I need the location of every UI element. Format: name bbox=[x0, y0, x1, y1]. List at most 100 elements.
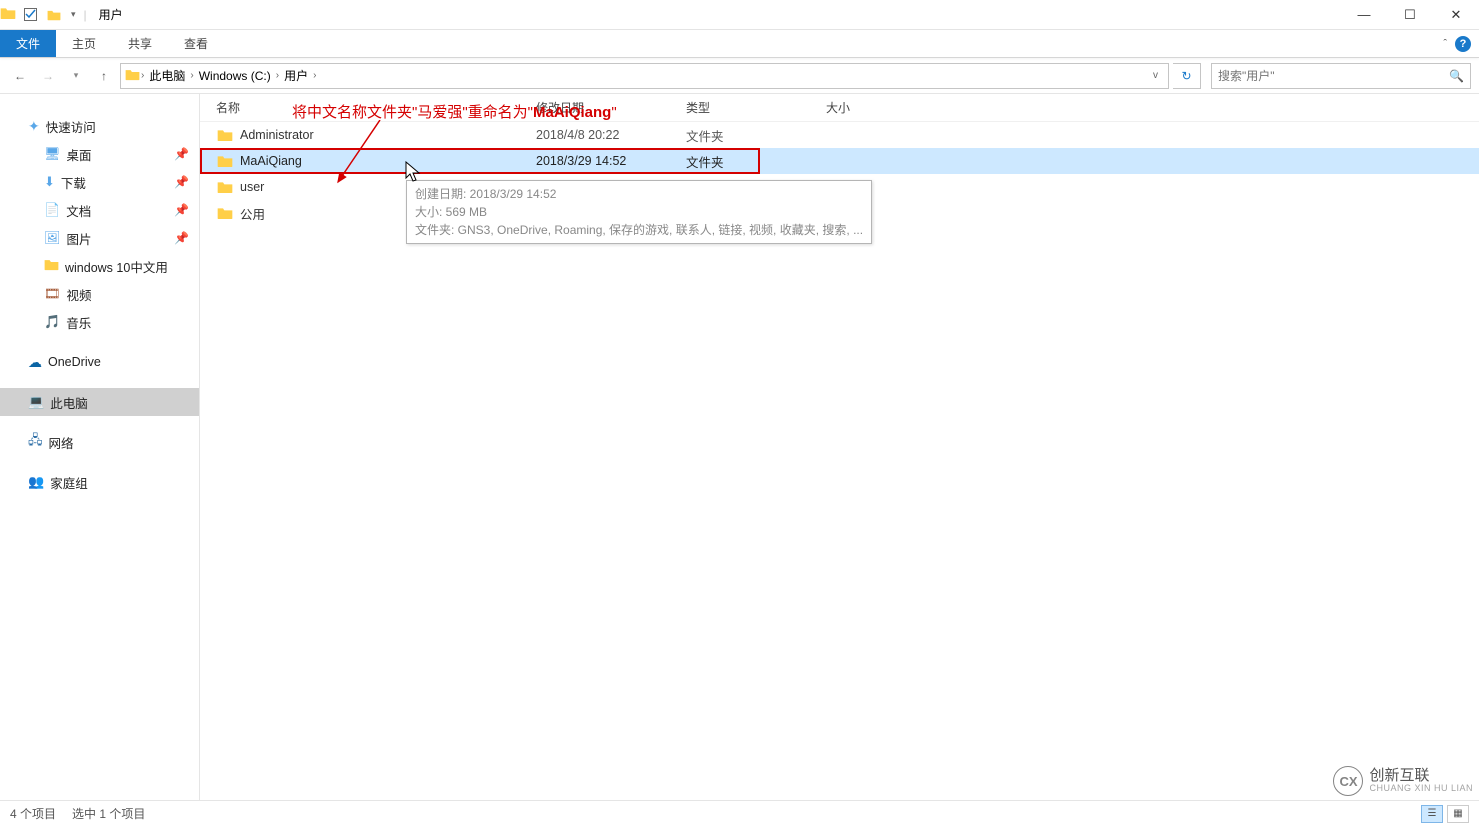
sidebar-item-label: 下载 bbox=[61, 173, 86, 192]
pictures-icon: 🖼 bbox=[44, 230, 61, 246]
sidebar-item-label: 快速访问 bbox=[46, 117, 96, 136]
navigation-sidebar: ✦ 快速访问 🖥 桌面 📌 ⬇ 下载 📌 📄 文档 📌 🖼 图片 📌 windo… bbox=[0, 94, 200, 800]
sidebar-item-documents[interactable]: 📄 文档 📌 bbox=[0, 196, 199, 224]
sidebar-item-videos[interactable]: 🎞 视频 bbox=[0, 280, 199, 308]
refresh-button[interactable]: ↻ bbox=[1173, 63, 1201, 89]
annotation-bold: MaAiQiang bbox=[533, 104, 611, 121]
pin-icon: 📌 bbox=[174, 231, 189, 245]
sidebar-item-pictures[interactable]: 🖼 图片 📌 bbox=[0, 224, 199, 252]
back-button[interactable]: ← bbox=[8, 64, 32, 88]
network-icon: 🖧 bbox=[28, 431, 43, 453]
sidebar-item-label: OneDrive bbox=[48, 355, 101, 369]
breadcrumb-this-pc[interactable]: 此电脑 bbox=[145, 67, 189, 84]
folder-icon bbox=[216, 206, 234, 220]
column-type[interactable]: 类型 bbox=[686, 99, 826, 116]
sidebar-this-pc[interactable]: 💻 此电脑 bbox=[0, 388, 199, 416]
sidebar-item-label: 家庭组 bbox=[50, 473, 88, 492]
file-type: 文件夹 bbox=[686, 152, 826, 171]
view-details-button[interactable]: ☰ bbox=[1421, 805, 1443, 823]
sidebar-item-downloads[interactable]: ⬇ 下载 📌 bbox=[0, 168, 199, 196]
search-icon[interactable]: 🔍 bbox=[1449, 69, 1464, 83]
desktop-icon: 🖥 bbox=[44, 146, 61, 162]
sidebar-item-label: 文档 bbox=[66, 201, 91, 220]
music-icon: 🎵 bbox=[44, 314, 60, 330]
tooltip-line: 文件夹: GNS3, OneDrive, Roaming, 保存的游戏, 联系人… bbox=[415, 221, 863, 239]
pc-icon: 💻 bbox=[28, 394, 44, 410]
address-dropdown-icon[interactable]: v bbox=[1147, 70, 1164, 81]
sidebar-quick-access[interactable]: ✦ 快速访问 bbox=[0, 112, 199, 140]
quick-access-toolbar: ▾ bbox=[20, 6, 80, 23]
folder-icon bbox=[44, 258, 59, 274]
forward-button[interactable]: → bbox=[36, 64, 60, 88]
status-item-count: 4 个项目 bbox=[10, 805, 56, 822]
ribbon-tab-share[interactable]: 共享 bbox=[112, 30, 168, 57]
tooltip-line: 创建日期: 2018/3/29 14:52 bbox=[415, 185, 863, 203]
app-folder-icon bbox=[0, 6, 16, 23]
status-selected-count: 选中 1 个项目 bbox=[72, 805, 145, 822]
maximize-button[interactable]: ☐ bbox=[1387, 0, 1433, 30]
ribbon-tabs: 文件 主页 共享 查看 ˆ ? bbox=[0, 30, 1479, 58]
up-button[interactable]: ↑ bbox=[92, 64, 116, 88]
sidebar-item-desktop[interactable]: 🖥 桌面 📌 bbox=[0, 140, 199, 168]
sidebar-item-win10cn[interactable]: windows 10中文用 bbox=[0, 252, 199, 280]
watermark: CX 创新互联 CHUANG XIN HU LIAN bbox=[1333, 766, 1473, 796]
pin-icon: 📌 bbox=[174, 203, 189, 217]
annotation-suffix: " bbox=[611, 104, 616, 121]
video-icon: 🎞 bbox=[44, 286, 61, 302]
folder-icon bbox=[216, 128, 234, 142]
ribbon-tab-view[interactable]: 查看 bbox=[168, 30, 224, 57]
file-date: 2018/3/29 14:52 bbox=[536, 154, 686, 168]
star-icon: ✦ bbox=[28, 118, 40, 135]
download-icon: ⬇ bbox=[44, 174, 55, 190]
help-icon[interactable]: ? bbox=[1455, 36, 1471, 52]
view-icons-button[interactable]: ▦ bbox=[1447, 805, 1469, 823]
qat-folder-icon[interactable] bbox=[43, 7, 65, 23]
sidebar-onedrive[interactable]: ☁ OneDrive bbox=[0, 348, 199, 376]
sidebar-item-label: 桌面 bbox=[67, 145, 92, 164]
breadcrumb-windows-c[interactable]: Windows (C:) bbox=[195, 69, 275, 83]
sidebar-homegroup[interactable]: 👥 家庭组 bbox=[0, 468, 199, 496]
status-bar: 4 个项目 选中 1 个项目 ☰ ▦ bbox=[0, 800, 1479, 826]
file-list: 将中文名称文件夹"马爱强"重命名为"MaAiQiang" Administrat… bbox=[200, 122, 1479, 226]
qat-checkbox-icon[interactable] bbox=[20, 6, 41, 23]
pin-icon: 📌 bbox=[174, 175, 189, 189]
sidebar-item-label: 此电脑 bbox=[50, 393, 88, 412]
file-row[interactable]: Administrator 2018/4/8 20:22 文件夹 bbox=[200, 122, 1479, 148]
column-size[interactable]: 大小 bbox=[826, 99, 926, 116]
onedrive-icon: ☁ bbox=[28, 354, 42, 371]
folder-icon bbox=[216, 154, 234, 168]
search-box[interactable]: 🔍 bbox=[1211, 63, 1471, 89]
annotation-prefix: 将中文名称文件夹"马爱强"重命名为" bbox=[292, 104, 533, 121]
sidebar-item-label: 图片 bbox=[67, 229, 92, 248]
ribbon-collapse-icon[interactable]: ˆ bbox=[1443, 38, 1447, 50]
ribbon-tab-home[interactable]: 主页 bbox=[56, 30, 112, 57]
breadcrumb-users[interactable]: 用户 bbox=[280, 67, 312, 84]
address-folder-icon bbox=[125, 68, 140, 84]
watermark-sub: CHUANG XIN HU LIAN bbox=[1369, 784, 1473, 794]
qat-dropdown-icon[interactable]: ▾ bbox=[67, 7, 80, 22]
chevron-right-icon[interactable]: › bbox=[312, 70, 317, 81]
document-icon: 📄 bbox=[44, 202, 60, 218]
sidebar-item-music[interactable]: 🎵 音乐 bbox=[0, 308, 199, 336]
minimize-button[interactable]: — bbox=[1341, 0, 1387, 30]
homegroup-icon: 👥 bbox=[28, 474, 44, 490]
sidebar-network[interactable]: 🖧 网络 bbox=[0, 428, 199, 456]
file-list-area: 名称 修改日期 类型 大小 将中文名称文件夹"马爱强"重命名为"MaAiQian… bbox=[200, 94, 1479, 800]
pin-icon: 📌 bbox=[174, 147, 189, 161]
watermark-logo-icon: CX bbox=[1333, 766, 1363, 796]
file-name: MaAiQiang bbox=[234, 154, 536, 168]
close-button[interactable]: ✕ bbox=[1433, 0, 1479, 30]
search-input[interactable] bbox=[1218, 69, 1449, 83]
file-date: 2018/4/8 20:22 bbox=[536, 128, 686, 142]
file-name: Administrator bbox=[234, 128, 536, 142]
title-bar: ▾ | 用户 — ☐ ✕ bbox=[0, 0, 1479, 30]
file-type: 文件夹 bbox=[686, 126, 826, 145]
ribbon-tab-file[interactable]: 文件 bbox=[0, 30, 56, 57]
sidebar-item-label: 网络 bbox=[49, 433, 74, 452]
address-bar[interactable]: › 此电脑 › Windows (C:) › 用户 › v bbox=[120, 63, 1169, 89]
folder-icon bbox=[216, 180, 234, 194]
sidebar-item-label: 视频 bbox=[67, 285, 92, 304]
file-row-selected[interactable]: MaAiQiang 2018/3/29 14:52 文件夹 bbox=[200, 148, 1479, 174]
window-title: 用户 bbox=[99, 6, 123, 23]
recent-dropdown-icon[interactable]: ▾ bbox=[64, 64, 88, 88]
